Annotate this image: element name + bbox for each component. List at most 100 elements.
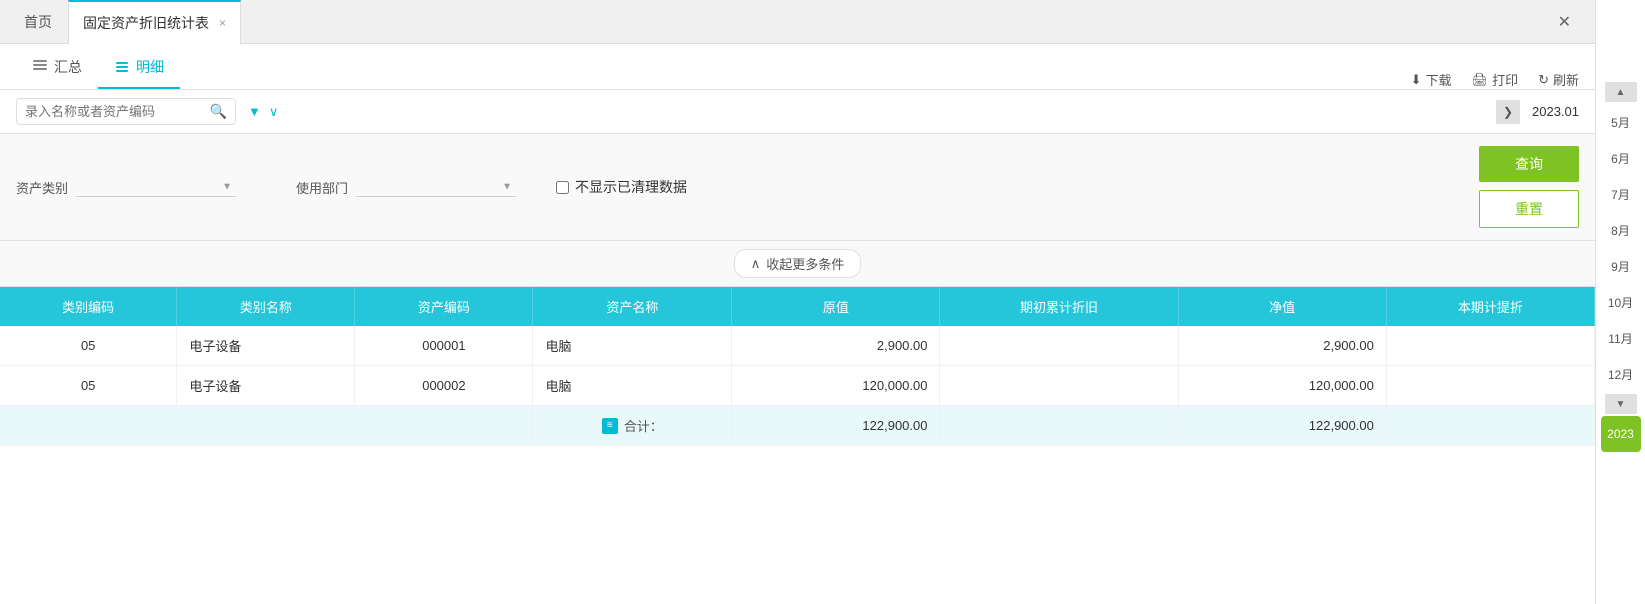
filter-icon: ▼ (248, 104, 261, 119)
cell-original-value: 120,000.00 (732, 366, 940, 406)
download-button[interactable]: ⬇ 下载 (1411, 70, 1452, 89)
hide-cleared-checkbox[interactable] (556, 181, 569, 194)
table-total-row: ≡ 合计： 122,900.00 122,900.00 (0, 406, 1595, 446)
scroll-up-button[interactable]: ▲ (1605, 82, 1637, 102)
cell-asset-name: 电脑 (533, 326, 732, 366)
table-body: 05 电子设备 000001 电脑 2,900.00 2,900.00 05 电… (0, 326, 1595, 446)
cell-category-name: 电子设备 (177, 366, 355, 406)
department-group: 使用部门 ▼ (296, 177, 516, 197)
month-7[interactable]: 7月 (1601, 176, 1641, 212)
col-category-code: 类别编码 (0, 287, 177, 326)
scroll-down-button[interactable]: ▼ (1605, 394, 1637, 414)
tab-actions: ⬇ 下载 🖨 打印 ↻ 刷新 (1411, 70, 1579, 89)
refresh-button[interactable]: ↻ 刷新 (1538, 70, 1579, 89)
cell-asset-name: 电脑 (533, 366, 732, 406)
reset-button[interactable]: 重置 (1479, 190, 1579, 228)
nav-tab-fixed-assets[interactable]: 固定资产折旧统计表 × (68, 0, 241, 44)
query-button[interactable]: 查询 (1479, 146, 1579, 182)
total-label: ≡ 合计： (533, 406, 732, 446)
total-current-depreciation (1386, 406, 1594, 446)
department-label: 使用部门 (296, 178, 348, 197)
filter-actions: 查询 重置 (1479, 146, 1579, 228)
asset-category-label: 资产类别 (16, 178, 68, 197)
year-indicator[interactable]: 2023 (1601, 416, 1641, 452)
cell-category-name: 电子设备 (177, 326, 355, 366)
tab-summary-label: 汇总 (54, 57, 82, 77)
right-sidebar: ▲ 5月 6月 7月 8月 9月 10月 11月 12月 ▼ 2023 (1595, 0, 1645, 604)
collapse-button[interactable]: ∧ 收起更多条件 (734, 249, 862, 278)
asset-category-group: 资产类别 ▼ (16, 177, 236, 197)
chevron-down-icon: ∨ (269, 104, 279, 120)
window-close-button[interactable]: ✕ (1550, 8, 1579, 36)
department-select[interactable] (356, 177, 516, 197)
cell-net-value: 120,000.00 (1178, 366, 1386, 406)
layers-icon (32, 59, 48, 75)
print-button[interactable]: 🖨 打印 (1472, 70, 1519, 89)
month-12[interactable]: 12月 (1601, 356, 1641, 392)
cell-asset-code: 000002 (355, 366, 533, 406)
hide-cleared-label: 不显示已清理数据 (575, 177, 687, 197)
nav-tab-label: 固定资产折旧统计表 (83, 13, 209, 33)
table-header-row: 类别编码 类别名称 资产编码 资产名称 原值 期初累计折旧 净值 本期计提折 (0, 287, 1595, 326)
col-category-name: 类别名称 (177, 287, 355, 326)
col-asset-code: 资产编码 (355, 287, 533, 326)
cell-net-value: 2,900.00 (1178, 326, 1386, 366)
month-6[interactable]: 6月 (1601, 140, 1641, 176)
search-bar: 🔍 ▼ ∨ ❯ 2023.01 (0, 90, 1595, 134)
nav-home[interactable]: 首页 (16, 8, 60, 36)
tab-bar: 汇总 明细 ⬇ 下载 🖨 打印 ↻ 刷新 (0, 44, 1595, 90)
print-icon: 🖨 (1472, 72, 1489, 88)
cell-category-code: 05 (0, 366, 177, 406)
total-label-cell (0, 406, 533, 446)
search-icon[interactable]: 🔍 (210, 103, 227, 120)
month-11[interactable]: 11月 (1601, 320, 1641, 356)
hide-cleared-group: 不显示已清理数据 (556, 177, 687, 197)
cell-accumulated-depreciation (940, 326, 1178, 366)
col-asset-name: 资产名称 (533, 287, 732, 326)
download-label: 下载 (1426, 70, 1452, 89)
filter-row: 资产类别 ▼ 使用部门 ▼ 不显示已清理数据 查询 重置 (0, 134, 1595, 241)
tab-summary[interactable]: 汇总 (16, 47, 98, 89)
collapse-label: 收起更多条件 (766, 254, 844, 273)
table-container: 类别编码 类别名称 资产编码 资产名称 原值 期初累计折旧 净值 本期计提折 0… (0, 287, 1595, 604)
month-8[interactable]: 8月 (1601, 212, 1641, 248)
download-icon: ⬇ (1411, 72, 1422, 88)
list-icon (114, 59, 130, 75)
total-net-value: 122,900.00 (1178, 406, 1386, 446)
month-5[interactable]: 5月 (1601, 104, 1641, 140)
date-display: 2023.01 (1532, 104, 1579, 119)
asset-category-select[interactable] (76, 177, 236, 197)
refresh-icon: ↻ (1538, 72, 1549, 88)
collapse-bar: ∧ 收起更多条件 (0, 241, 1595, 287)
month-9[interactable]: 9月 (1601, 248, 1641, 284)
cell-category-code: 05 (0, 326, 177, 366)
cell-original-value: 2,900.00 (732, 326, 940, 366)
chevron-up-icon: ∧ (751, 256, 761, 272)
col-accumulated-depreciation: 期初累计折旧 (940, 287, 1178, 326)
month-10[interactable]: 10月 (1601, 284, 1641, 320)
more-filter-button[interactable]: ▼ ∨ (248, 104, 278, 120)
search-input[interactable] (25, 104, 204, 119)
total-accumulated-depreciation (940, 406, 1178, 446)
cell-current-depreciation (1386, 366, 1594, 406)
date-nav-left[interactable]: ❯ (1496, 100, 1520, 124)
tab-detail-label: 明细 (136, 57, 164, 77)
asset-category-select-wrapper: ▼ (76, 177, 236, 197)
cell-current-depreciation (1386, 326, 1594, 366)
col-net-value: 净值 (1178, 287, 1386, 326)
tab-detail[interactable]: 明细 (98, 47, 180, 89)
department-select-wrapper: ▼ (356, 177, 516, 197)
col-current-depreciation: 本期计提折 (1386, 287, 1594, 326)
print-label: 打印 (1492, 70, 1518, 89)
total-icon: ≡ (602, 418, 618, 434)
table-row: 05 电子设备 000002 电脑 120,000.00 120,000.00 (0, 366, 1595, 406)
search-input-wrapper: 🔍 (16, 98, 236, 125)
assets-table: 类别编码 类别名称 资产编码 资产名称 原值 期初累计折旧 净值 本期计提折 0… (0, 287, 1595, 446)
refresh-label: 刷新 (1553, 70, 1579, 89)
nav-tab-close[interactable]: × (219, 16, 226, 30)
col-original-value: 原值 (732, 287, 940, 326)
total-text: 合计： (624, 416, 663, 435)
total-original-value: 122,900.00 (732, 406, 940, 446)
top-nav: 首页 固定资产折旧统计表 × ✕ (0, 0, 1595, 44)
cell-accumulated-depreciation (940, 366, 1178, 406)
